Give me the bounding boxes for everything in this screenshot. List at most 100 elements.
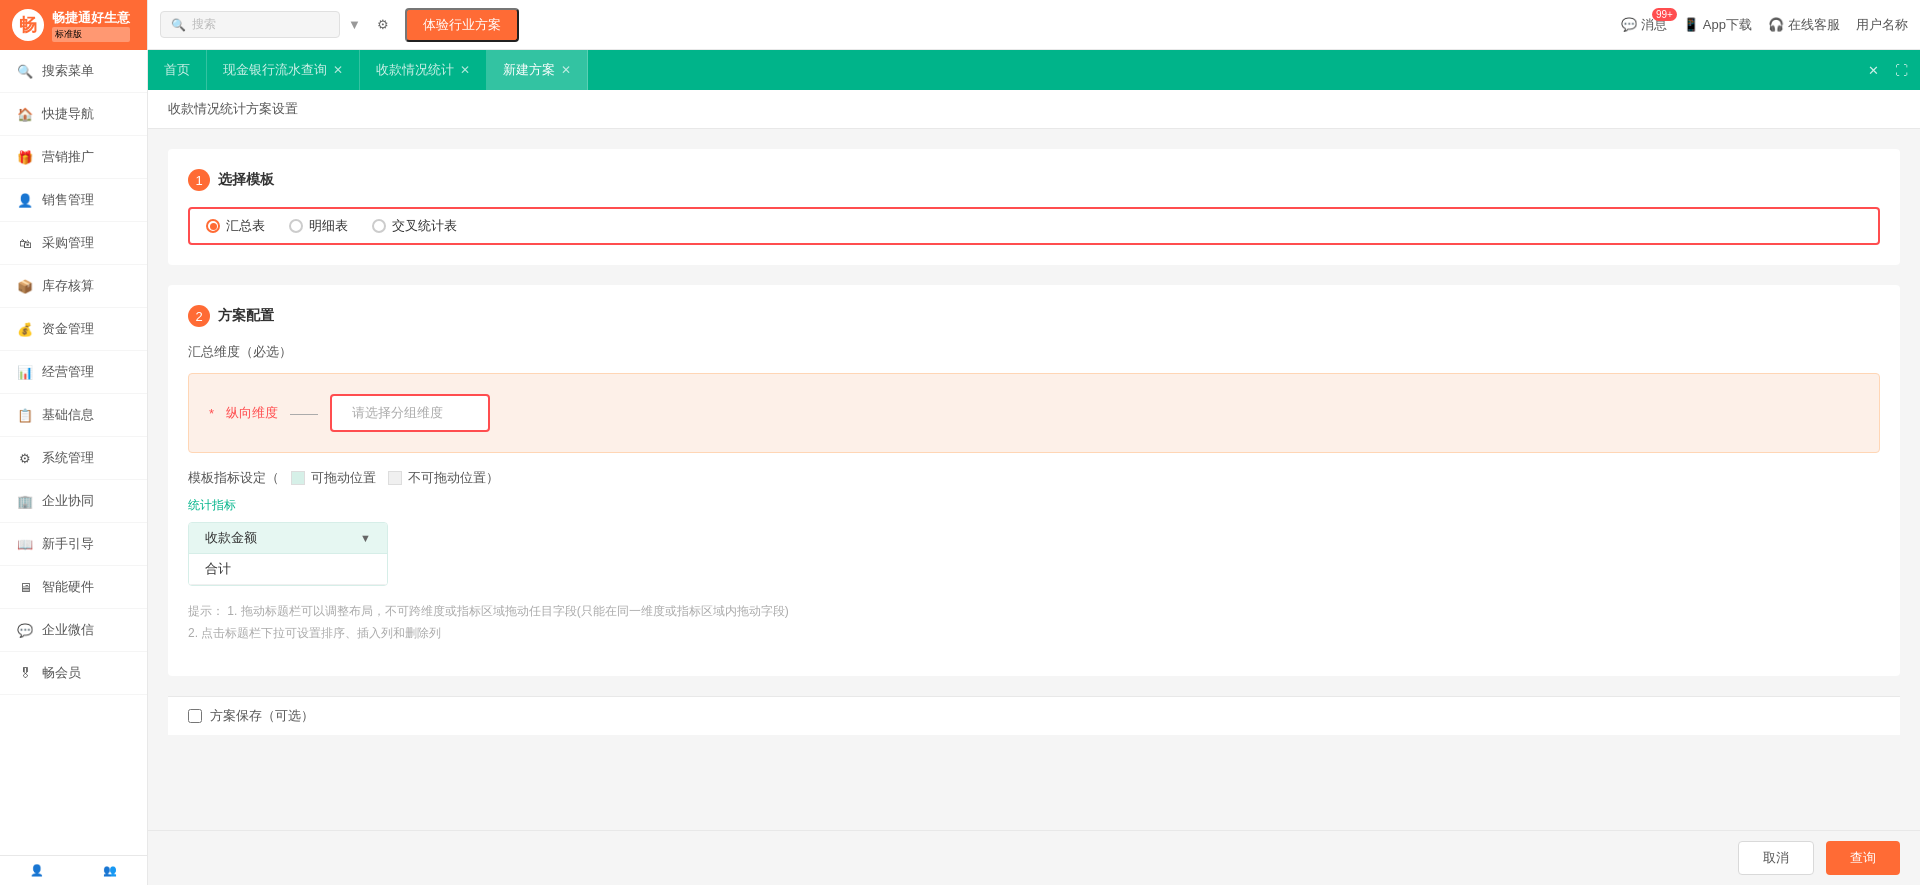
step1-section: 1 选择模板 汇总表 明细表 交叉统计表 — [168, 149, 1900, 265]
header: 🔍 搜索 ▼ ⚙ 体验行业方案 💬 消息 99+ 📱 App下载 🎧 在线客服 … — [148, 0, 1920, 50]
marketing-icon: 🎁 — [16, 148, 34, 166]
header-online-service[interactable]: 🎧 在线客服 — [1768, 16, 1840, 34]
template-options-box: 汇总表 明细表 交叉统计表 — [188, 207, 1880, 245]
header-search-box[interactable]: 🔍 搜索 — [160, 11, 340, 38]
sidebar-item-sales[interactable]: 👤 销售管理 — [0, 179, 147, 222]
cancel-button[interactable]: 取消 — [1738, 841, 1814, 875]
config-subtitle: 汇总维度（必选） — [188, 343, 1880, 361]
query-button[interactable]: 查询 — [1826, 841, 1900, 875]
smart-hw-icon: 🖥 — [16, 578, 34, 596]
sidebar-bottom-item1[interactable]: 👤 — [0, 856, 74, 885]
sidebar-item-system[interactable]: ⚙ 系统管理 — [0, 437, 147, 480]
business-icon: 📊 — [16, 363, 34, 381]
step2-section: 2 方案配置 汇总维度（必选） * 纵向维度 —— 请选择分组维度 — [168, 285, 1900, 676]
hint-1: 提示： 1. 拖动标题栏可以调整布局，不可跨维度或指标区域拖动任目字段(只能在同… — [188, 601, 1880, 623]
tab-bank-flow-close[interactable]: ✕ — [333, 63, 343, 77]
enterprise-icon: 🏢 — [16, 492, 34, 510]
dimension-area: * 纵向维度 —— 请选择分组维度 — [188, 373, 1880, 453]
radio-cross-circle — [372, 219, 386, 233]
sidebar-item-basic-info[interactable]: 📋 基础信息 — [0, 394, 147, 437]
radio-summary[interactable]: 汇总表 — [206, 217, 265, 235]
header-message[interactable]: 💬 消息 99+ — [1621, 16, 1667, 34]
hint-2: 2. 点击标题栏下拉可设置排序、插入列和删除列 — [188, 623, 1880, 645]
sidebar-item-search-menu[interactable]: 🔍 搜索菜单 — [0, 50, 147, 93]
sidebar-item-quick-nav[interactable]: 🏠 快捷导航 — [0, 93, 147, 136]
step1-title: 1 选择模板 — [188, 169, 1880, 191]
tab-home[interactable]: 首页 — [148, 50, 207, 90]
dim-label: 纵向维度 — [226, 404, 278, 422]
sidebar-item-member[interactable]: 🎖 畅会员 — [0, 652, 147, 695]
header-search-icon: 🔍 — [171, 18, 186, 32]
step2-title: 2 方案配置 — [188, 305, 1880, 327]
sidebar-bottom-item2[interactable]: 👥 — [74, 856, 148, 885]
dim-row: * 纵向维度 —— 请选择分组维度 — [209, 394, 1859, 432]
logo-text: 畅捷通好生意 标准版 — [52, 9, 130, 42]
service-icon: 🎧 — [1768, 17, 1784, 32]
radio-detail[interactable]: 明细表 — [289, 217, 348, 235]
tabbar: 首页 现金银行流水查询 ✕ 收款情况统计 ✕ 新建方案 ✕ ✕ ⛶ — [148, 50, 1920, 90]
indicator-table: 收款金额 ▼ 合计 — [188, 522, 388, 586]
dim-select-box[interactable]: 请选择分组维度 — [330, 394, 490, 432]
system-icon: ⚙ — [16, 449, 34, 467]
sales-icon: 👤 — [16, 191, 34, 209]
bottom-avatar2-icon: 👥 — [103, 864, 117, 877]
sidebar-item-marketing[interactable]: 🎁 营销推广 — [0, 136, 147, 179]
header-actions: 💬 消息 99+ 📱 App下载 🎧 在线客服 用户名称 — [1621, 16, 1908, 34]
tab-new-plan-close[interactable]: ✕ — [561, 63, 571, 77]
sidebar-item-business[interactable]: 📊 经营管理 — [0, 351, 147, 394]
sidebar-item-smart-hw[interactable]: 🖥 智能硬件 — [0, 566, 147, 609]
purchase-icon: 🛍 — [16, 234, 34, 252]
indicator-section: 模板指标设定（ 可拖动位置 不可拖动位置） 统计指标 — [188, 469, 1880, 589]
radio-cross[interactable]: 交叉统计表 — [372, 217, 457, 235]
sidebar-item-enterprise[interactable]: 🏢 企业协同 — [0, 480, 147, 523]
radio-detail-circle — [289, 219, 303, 233]
header-trial-button[interactable]: 体验行业方案 — [405, 8, 519, 42]
indicator-col-chevron[interactable]: ▼ — [360, 532, 371, 544]
tab-close-all-btn[interactable]: ✕ — [1864, 59, 1883, 82]
inventory-icon: 📦 — [16, 277, 34, 295]
action-bar: 取消 查询 — [148, 830, 1920, 885]
save-checkbox[interactable] — [188, 709, 202, 723]
sidebar: 畅 畅捷通好生意 标准版 🔍 搜索菜单 🏠 快捷导航 🎁 营销推广 👤 销售管理… — [0, 0, 148, 885]
guide-icon: 📖 — [16, 535, 34, 553]
hint-section: 提示： 1. 拖动标题栏可以调整布局，不可跨维度或指标区域拖动任目字段(只能在同… — [188, 589, 1880, 656]
tab-collection-stat-close[interactable]: ✕ — [460, 63, 470, 77]
tab-maximize-btn[interactable]: ⛶ — [1891, 59, 1912, 82]
logo-icon: 畅 — [12, 9, 44, 41]
sidebar-item-guide[interactable]: 📖 新手引导 — [0, 523, 147, 566]
unmovable-toggle-box — [388, 471, 402, 485]
movable-toggle: 可拖动位置 — [291, 469, 376, 487]
content-area: 收款情况统计方案设置 1 选择模板 汇总表 明细表 — [148, 90, 1920, 885]
header-app-download[interactable]: 📱 App下载 — [1683, 16, 1752, 34]
wechat-icon: 💬 — [16, 621, 34, 639]
content-breadcrumb: 收款情况统计方案设置 — [148, 90, 1920, 129]
dim-arrow-icon: —— — [290, 405, 318, 421]
header-user: 用户名称 — [1856, 16, 1908, 34]
sidebar-item-finance[interactable]: 💰 资金管理 — [0, 308, 147, 351]
sidebar-item-inventory[interactable]: 📦 库存核算 — [0, 265, 147, 308]
finance-icon: 💰 — [16, 320, 34, 338]
header-dropdown-btn[interactable]: ▼ — [348, 17, 361, 32]
bottom-avatar1-icon: 👤 — [30, 864, 44, 877]
sidebar-item-purchase[interactable]: 🛍 采购管理 — [0, 222, 147, 265]
movable-toggle-box — [291, 471, 305, 485]
header-gear-btn[interactable]: ⚙ — [369, 11, 397, 39]
member-icon: 🎖 — [16, 664, 34, 682]
sidebar-item-wechat[interactable]: 💬 企业微信 — [0, 609, 147, 652]
message-icon: 💬 — [1621, 17, 1637, 32]
quick-nav-icon: 🏠 — [16, 105, 34, 123]
app-logo: 畅 畅捷通好生意 标准版 — [0, 0, 147, 50]
sidebar-bottom: 👤 👥 — [0, 855, 147, 885]
tab-new-plan[interactable]: 新建方案 ✕ — [487, 50, 588, 90]
indicator-col-header: 收款金额 ▼ — [189, 523, 387, 554]
indicator-row-total: 合计 — [189, 554, 387, 585]
tab-collection-stat[interactable]: 收款情况统计 ✕ — [360, 50, 487, 90]
tab-controls: ✕ ⛶ — [1856, 50, 1920, 90]
unmovable-toggle: 不可拖动位置） — [388, 469, 499, 487]
save-label: 方案保存（可选） — [210, 707, 314, 725]
tab-bank-flow[interactable]: 现金银行流水查询 ✕ — [207, 50, 360, 90]
basic-info-icon: 📋 — [16, 406, 34, 424]
sidebar-nav: 🔍 搜索菜单 🏠 快捷导航 🎁 营销推广 👤 销售管理 🛍 采购管理 📦 库存核… — [0, 50, 147, 855]
main-area: 🔍 搜索 ▼ ⚙ 体验行业方案 💬 消息 99+ 📱 App下载 🎧 在线客服 … — [148, 0, 1920, 885]
indicator-header: 模板指标设定（ 可拖动位置 不可拖动位置） — [188, 469, 1880, 487]
